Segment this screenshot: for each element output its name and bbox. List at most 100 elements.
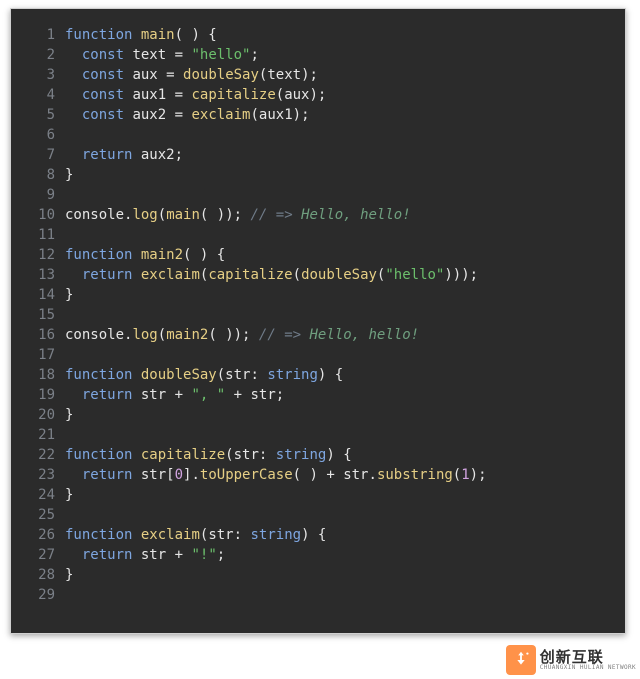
line-number: 17 — [11, 345, 65, 365]
token-kw: function — [65, 447, 132, 463]
code-content: return str[0].toUpperCase( ) + str.subst… — [65, 465, 625, 485]
code-content: function main2( ) { — [65, 245, 625, 265]
token-punc — [132, 527, 140, 543]
token-punc: } — [65, 287, 73, 303]
token-fn: capitalize — [191, 87, 275, 103]
token-punc: = — [166, 87, 191, 103]
token-punc: ( ) { — [183, 247, 225, 263]
token-kw: return — [82, 467, 133, 483]
token-kw: return — [82, 267, 133, 283]
line-number: 3 — [11, 65, 65, 85]
token-punc: : — [259, 447, 276, 463]
code-line: 26function exclaim(str: string) { — [11, 525, 625, 545]
code-line: 9 — [11, 185, 625, 205]
token-punc: ); — [310, 87, 327, 103]
token-kw: return — [82, 387, 133, 403]
code-line: 23 return str[0].toUpperCase( ) + str.su… — [11, 465, 625, 485]
token-id: aux — [284, 87, 309, 103]
code-content — [65, 345, 625, 365]
code-content — [65, 305, 625, 325]
code-content: console.log(main2( )); // => Hello, hell… — [65, 325, 625, 345]
line-number: 14 — [11, 285, 65, 305]
code-content: } — [65, 405, 625, 425]
token-kw: const — [82, 107, 124, 123]
token-punc: ( ) { — [175, 27, 217, 43]
token-fn: capitalize — [141, 447, 225, 463]
token-punc: ( — [293, 267, 301, 283]
token-punc: ( )); — [200, 207, 251, 223]
token-fn: main2 — [166, 327, 208, 343]
token-punc — [65, 107, 82, 123]
code-line: 13 return exclaim(capitalize(doubleSay("… — [11, 265, 625, 285]
code-line: 17 — [11, 345, 625, 365]
token-punc: ; — [175, 147, 183, 163]
token-punc: ))); — [444, 267, 478, 283]
code-line: 27 return str + "!"; — [11, 545, 625, 565]
token-id: str — [234, 447, 259, 463]
code-content: return aux2; — [65, 145, 625, 165]
token-str: "hello" — [385, 267, 444, 283]
code-content: } — [65, 285, 625, 305]
token-id: str — [250, 387, 275, 403]
code-line: 21 — [11, 425, 625, 445]
token-fn: exclaim — [141, 527, 200, 543]
line-number: 12 — [11, 245, 65, 265]
code-line: 12function main2( ) { — [11, 245, 625, 265]
token-punc — [132, 467, 140, 483]
token-fn: doubleSay — [183, 67, 259, 83]
token-id: str — [141, 387, 166, 403]
line-number: 27 — [11, 545, 65, 565]
token-punc: = — [166, 47, 191, 63]
token-punc: = — [166, 107, 191, 123]
token-fn: main — [166, 207, 200, 223]
watermark-en: CHUANGXIN HULIAN NETWORK — [540, 665, 636, 671]
token-punc: ); — [470, 467, 487, 483]
token-kw: function — [65, 367, 132, 383]
line-number: 20 — [11, 405, 65, 425]
token-punc: ( — [217, 367, 225, 383]
code-line: 19 return str + ", " + str; — [11, 385, 625, 405]
line-number: 29 — [11, 585, 65, 605]
token-cmtH: Hello, hello! — [301, 207, 411, 223]
token-id: aux1 — [259, 107, 293, 123]
code-line: 18function doubleSay(str: string) { — [11, 365, 625, 385]
token-kw: const — [82, 67, 124, 83]
line-number: 16 — [11, 325, 65, 345]
token-punc: ) { — [318, 367, 343, 383]
token-punc — [65, 547, 82, 563]
line-number: 15 — [11, 305, 65, 325]
token-punc — [132, 147, 140, 163]
code-content: } — [65, 565, 625, 585]
token-punc: ( — [250, 107, 258, 123]
token-fn: log — [132, 327, 157, 343]
code-line: 5 const aux2 = exclaim(aux1); — [11, 105, 625, 125]
token-id: aux1 — [132, 87, 166, 103]
line-number: 28 — [11, 565, 65, 585]
code-line: 1function main( ) { — [11, 25, 625, 45]
token-punc: : — [250, 367, 267, 383]
token-kw: function — [65, 27, 132, 43]
code-line: 16console.log(main2( )); // => Hello, he… — [11, 325, 625, 345]
token-str: "hello" — [191, 47, 250, 63]
token-punc: ( — [453, 467, 461, 483]
token-punc: ) { — [326, 447, 351, 463]
line-number: 4 — [11, 85, 65, 105]
code-content: const aux2 = exclaim(aux1); — [65, 105, 625, 125]
line-number: 2 — [11, 45, 65, 65]
token-fn: capitalize — [208, 267, 292, 283]
token-id: aux2 — [141, 147, 175, 163]
line-number: 24 — [11, 485, 65, 505]
token-id: text — [132, 47, 166, 63]
code-line: 24} — [11, 485, 625, 505]
code-content: const text = "hello"; — [65, 45, 625, 65]
code-content: return str + "!"; — [65, 545, 625, 565]
token-punc — [65, 387, 82, 403]
code-editor-frame: 1function main( ) {2 const text = "hello… — [10, 8, 626, 634]
code-area: 1function main( ) {2 const text = "hello… — [11, 9, 625, 621]
code-line: 7 return aux2; — [11, 145, 625, 165]
code-content: console.log(main( )); // => Hello, hello… — [65, 205, 625, 225]
code-line: 29 — [11, 585, 625, 605]
token-kw: function — [65, 527, 132, 543]
code-line: 10console.log(main( )); // => Hello, hel… — [11, 205, 625, 225]
token-punc: ; — [217, 547, 225, 563]
